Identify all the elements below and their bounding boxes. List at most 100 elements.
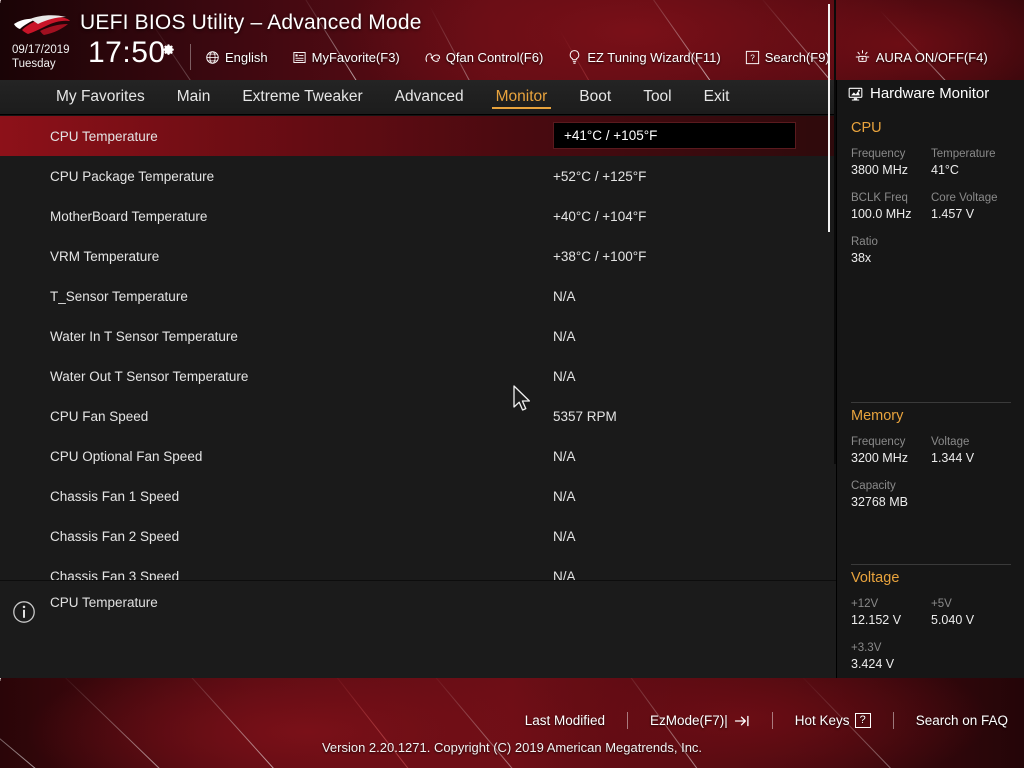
monitor-icon <box>848 87 863 101</box>
hw-divider <box>851 402 1011 403</box>
hw-entry: Frequency 3200 MHz <box>851 435 931 467</box>
tab-extreme-tweaker[interactable]: Extreme Tweaker <box>226 80 378 115</box>
aura-light-icon <box>855 50 870 62</box>
footer-link-label: EzMode(F7)| <box>650 713 728 728</box>
hw-entry-value: 12.152 V <box>851 613 902 627</box>
table-row[interactable]: Chassis Fan 3 Speed N/A <box>0 556 836 581</box>
version-text: Version 2.20.1271. Copyright (C) 2019 Am… <box>321 740 703 755</box>
hw-section-title: Memory <box>851 408 904 424</box>
ez-tuning-wizard-label: EZ Tuning Wizard(F11) <box>587 49 721 65</box>
hw-entry-value: 3200 MHz <box>851 451 908 465</box>
hw-entry-value: 1.344 V <box>931 451 975 465</box>
hw-entry-key: Ratio <box>851 236 878 248</box>
gear-icon[interactable] <box>161 42 176 57</box>
row-label: MotherBoard Temperature <box>50 208 208 224</box>
hw-entry-value: 41°C <box>931 163 959 177</box>
hw-section-cpu: CPU Frequency 3800 MHz Temperature 41°C BCLK … <box>851 120 1011 279</box>
aura-toggle-label: AURA ON/OFF(F4) <box>875 49 988 65</box>
question-key-icon: ? <box>854 713 871 728</box>
hw-entry: +3.3V 3.424 V <box>851 641 1011 673</box>
hw-entry: Frequency 3800 MHz <box>851 147 931 179</box>
row-label: Chassis Fan 2 Speed <box>50 528 180 544</box>
table-row[interactable]: Chassis Fan 1 Speed N/A <box>0 476 836 516</box>
footer-divider <box>892 712 894 729</box>
row-value: N/A <box>553 368 576 384</box>
tab-exit[interactable]: Exit <box>688 80 746 115</box>
tab-monitor[interactable]: Monitor <box>480 80 564 115</box>
hw-entry-value: 38x <box>851 251 872 265</box>
hw-entry-key: Frequency <box>851 436 906 448</box>
monitor-list: CPU Temperature +41°C / +105°F CPU Package… <box>0 116 836 580</box>
table-row[interactable]: CPU Package Temperature +52°C / +125°F <box>0 156 836 196</box>
scrollbar-thumb[interactable] <box>828 4 830 232</box>
hw-entry-value: 5.040 V <box>931 613 975 627</box>
row-value: N/A <box>553 448 576 464</box>
hw-entry-key: BCLK Freq <box>851 192 908 204</box>
aura-toggle-button[interactable]: AURA ON/OFF(F4) <box>854 49 1001 65</box>
arrow-right-box-icon <box>734 715 749 726</box>
table-row[interactable]: Water In T Sensor Temperature N/A <box>0 316 836 356</box>
row-label: Chassis Fan 3 Speed <box>50 568 180 581</box>
table-row[interactable]: Water Out T Sensor Temperature N/A <box>0 356 836 396</box>
tab-main[interactable]: Main <box>161 80 227 115</box>
row-value: N/A <box>553 288 576 304</box>
row-value: N/A <box>553 488 576 504</box>
hw-entry-key: Frequency <box>851 148 906 160</box>
row-label: CPU Package Temperature <box>50 168 215 184</box>
tab-boot[interactable]: Boot <box>563 80 627 115</box>
footer-search-on-faq-button[interactable]: Search on FAQ <box>916 713 1008 728</box>
footer-hot-keys-button[interactable]: Hot Keys? <box>795 713 871 728</box>
row-value: +38°C / +100°F <box>553 248 647 264</box>
hw-entry: Core Voltage 1.457 V <box>931 191 1011 223</box>
hw-entry-key: Capacity <box>851 480 896 492</box>
lightbulb-icon <box>570 50 580 64</box>
globe-icon <box>206 50 219 64</box>
search-label: Search(F9) <box>764 49 830 65</box>
language-label: English <box>225 49 268 65</box>
header-divider <box>190 44 191 70</box>
hw-section-title: Voltage <box>851 570 900 586</box>
clock-display: 17:50 <box>88 36 166 69</box>
row-value: N/A <box>553 528 576 544</box>
hw-entry-key: +12V <box>851 598 879 610</box>
footer-ezmode-f7-button[interactable]: EzMode(F7)| <box>650 713 750 728</box>
hw-entry: Voltage 1.344 V <box>931 435 1011 467</box>
table-row[interactable]: CPU Optional Fan Speed N/A <box>0 436 836 476</box>
tab-advanced[interactable]: Advanced <box>379 80 480 115</box>
table-row[interactable]: Chassis Fan 2 Speed N/A <box>0 516 836 556</box>
language-button[interactable]: English <box>205 50 281 65</box>
hw-section-memory: Memory Frequency 3200 MHz Voltage 1.344 V Cap… <box>851 408 1011 523</box>
row-value: +40°C / +104°F <box>553 208 647 224</box>
hw-entry-key: Temperature <box>931 148 996 160</box>
table-row[interactable]: CPU Temperature +41°C / +105°F <box>0 116 836 156</box>
hw-entry-value: 3.424 V <box>851 657 895 671</box>
row-value-field[interactable]: +41°C / +105°F <box>553 122 796 149</box>
ez-tuning-wizard-button[interactable]: EZ Tuning Wizard(F11) <box>567 49 733 65</box>
myfavorite-button[interactable]: MyFavorite(F3) <box>292 50 413 65</box>
row-label: CPU Fan Speed <box>50 408 149 424</box>
footer-links: Last Modified EzMode(F7)| Hot Keys? Search … <box>0 712 1024 729</box>
hw-entry: +12V 12.152 V <box>851 597 931 629</box>
hw-entry-key: Core Voltage <box>931 192 998 204</box>
qfan-control-button[interactable]: Qfan Control(F6) <box>424 50 557 65</box>
table-row[interactable]: VRM Temperature +38°C / +100°F <box>0 236 836 276</box>
row-value: N/A <box>553 568 576 581</box>
table-row[interactable]: CPU Fan Speed 5357 RPM <box>0 396 836 436</box>
tab-tool[interactable]: Tool <box>627 80 687 115</box>
header-bar: UEFI BIOS Utility – Advanced Mode 09/17/… <box>0 0 1024 80</box>
tab-my-favorites[interactable]: My Favorites <box>40 80 161 115</box>
hw-entry-value: 100.0 MHz <box>851 207 912 221</box>
rog-logo-icon <box>14 15 70 35</box>
page-title: UEFI BIOS Utility – Advanced Mode <box>80 11 422 34</box>
hw-entry-key: +3.3V <box>851 642 882 654</box>
hw-entry-key: +5V <box>931 598 952 610</box>
table-row[interactable]: T_Sensor Temperature N/A <box>0 276 836 316</box>
footer-last-modified-button[interactable]: Last Modified <box>525 713 605 728</box>
row-label: T_Sensor Temperature <box>50 288 188 304</box>
question-box-icon: ? <box>745 50 759 64</box>
table-row[interactable]: MotherBoard Temperature +40°C / +104°F <box>0 196 836 236</box>
hw-section-voltage: Voltage +12V 12.152 V +5V 5.040 V +3.3V 3.424 … <box>851 570 1011 685</box>
date-display: 09/17/2019 Tuesday <box>12 44 70 70</box>
footer-link-label: Last Modified <box>524 713 605 728</box>
date-value: 09/17/2019 <box>12 44 70 56</box>
